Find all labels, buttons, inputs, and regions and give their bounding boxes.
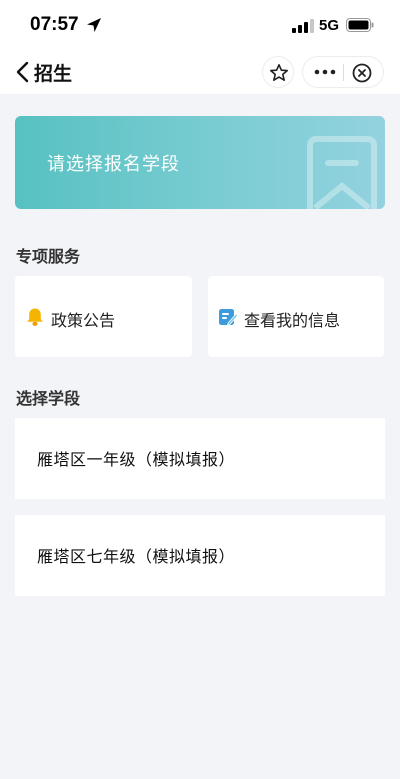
status-bar: 07:57 5G [0,0,400,52]
policy-notice-label: 政策公告 [51,311,116,330]
network-type: 5G [319,17,340,34]
battery-icon [346,18,374,32]
signal-icon [292,19,314,33]
favorite-button[interactable] [262,56,294,88]
more-icon[interactable] [313,66,337,78]
edit-icon [219,309,238,326]
location-arrow-icon [87,18,101,32]
capsule-divider [343,64,344,81]
bell-icon [27,308,43,326]
star-icon [270,64,288,81]
back-chevron-icon[interactable] [14,60,32,84]
stage-item-grade1[interactable]: 雁塔区一年级（模拟填报） [15,418,385,499]
status-time: 07:57 [30,14,79,35]
stage-item-label: 雁塔区一年级（模拟填报） [37,450,236,469]
mini-program-capsule [302,56,384,88]
nav-bar: 招生 [0,52,400,94]
document-illustration-icon [307,136,377,209]
stage-item-label: 雁塔区七年级（模拟填报） [37,547,236,566]
stage-item-grade7[interactable]: 雁塔区七年级（模拟填报） [15,515,385,596]
services-section-title: 专项服务 [16,247,81,266]
my-info-card[interactable]: 查看我的信息 [208,276,384,357]
banner-text: 请选择报名学段 [47,154,180,175]
stage-select-banner[interactable]: 请选择报名学段 [15,116,385,209]
stages-section-title: 选择学段 [16,389,81,408]
page-title: 招生 [34,63,73,85]
close-icon[interactable] [352,63,372,83]
my-info-label: 查看我的信息 [244,311,341,330]
policy-notice-card[interactable]: 政策公告 [15,276,192,357]
